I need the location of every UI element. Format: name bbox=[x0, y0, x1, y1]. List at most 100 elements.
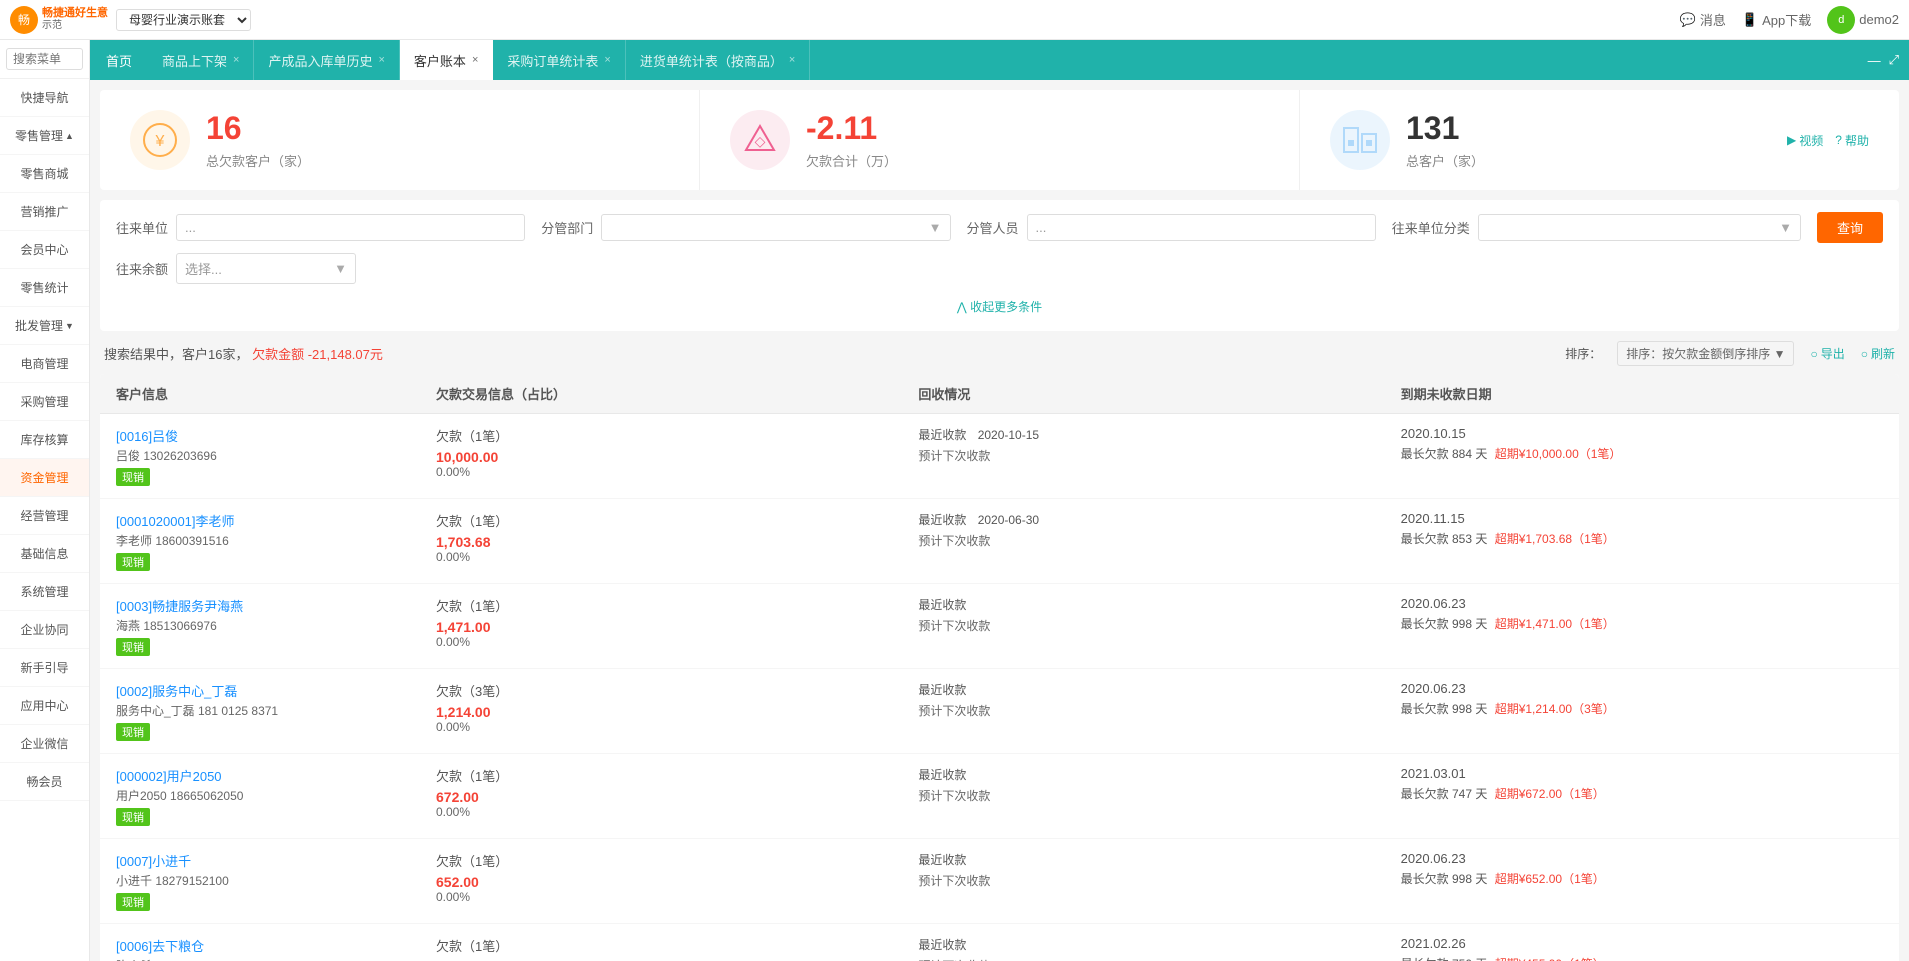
customer-info-cell: [0007]小进千 小进千 18279152100 现销 bbox=[116, 851, 436, 911]
sidebar-item-members[interactable]: 会员中心 bbox=[0, 231, 89, 269]
debt-amount[interactable]: 1,471.00 bbox=[436, 619, 918, 635]
filter-label-unit: 往来单位 bbox=[116, 218, 168, 237]
stat-icon-debt-total: ◇ bbox=[730, 110, 790, 170]
col-header-due: 到期未收款日期 bbox=[1401, 384, 1883, 403]
app-download-action[interactable]: 📱 App下载 bbox=[1742, 10, 1811, 29]
debt-amount[interactable]: 1,214.00 bbox=[436, 704, 918, 720]
customer-phone: 吕俊 13026203696 bbox=[116, 447, 436, 464]
sidebar-item-vip[interactable]: 畅会员 bbox=[0, 763, 89, 801]
customer-name-link[interactable]: [0003]畅捷服务尹海燕 bbox=[116, 596, 436, 615]
overdue-amount-link[interactable]: 超期¥1,703.68（1笔） bbox=[1495, 532, 1615, 546]
tab-inventory-history[interactable]: 产成品入库单历史 × bbox=[254, 40, 399, 80]
minimize-icon[interactable]: — bbox=[1868, 53, 1881, 68]
sidebar-item-wechat[interactable]: 企业微信 bbox=[0, 725, 89, 763]
filter-input-category[interactable]: ▼ bbox=[1478, 214, 1801, 241]
sidebar-item-apps[interactable]: 应用中心 bbox=[0, 687, 89, 725]
sidebar-item-purchase[interactable]: 采购管理 bbox=[0, 383, 89, 421]
customer-name-link[interactable]: [0006]去下粮仓 bbox=[116, 936, 436, 955]
company-selector[interactable]: 母婴行业演示账套 bbox=[116, 9, 251, 31]
export-button[interactable]: ○ 导出 bbox=[1810, 345, 1844, 362]
sidebar-item-guide[interactable]: 新手引导 bbox=[0, 649, 89, 687]
top-bar-left: 畅 畅捷通好生意 示范 母婴行业演示账套 bbox=[10, 6, 1680, 34]
tab-close-icon2[interactable]: × bbox=[378, 54, 384, 66]
query-button[interactable]: 查询 bbox=[1817, 212, 1883, 243]
table-wrapper: 客户信息 欠款交易信息（占比） 回收情况 到期未收款日期 [0016]吕俊 吕俊… bbox=[100, 374, 1899, 961]
overdue-amount-link[interactable]: 超期¥455.90（1笔） bbox=[1495, 957, 1605, 961]
video-icon: ▶ bbox=[1787, 133, 1796, 147]
last-collect-label: 最近收款 bbox=[918, 681, 1400, 698]
sidebar-item-ecommerce[interactable]: 电商管理 bbox=[0, 345, 89, 383]
collapse-row[interactable]: ⋀ 收起更多条件 bbox=[116, 294, 1883, 319]
due-date: 2020.10.15 bbox=[1401, 426, 1883, 441]
due-date-cell: 2020.06.23 最长欠款 998 天 超期¥1,471.00（1笔） bbox=[1401, 596, 1883, 632]
sidebar-item-marketing[interactable]: 营销推广 bbox=[0, 193, 89, 231]
tab-inbound-stats[interactable]: 进货单统计表（按商品） × bbox=[626, 40, 810, 80]
user-action[interactable]: d demo2 bbox=[1827, 6, 1899, 34]
chevron-down-icon3: ▼ bbox=[929, 220, 942, 235]
tab-home[interactable]: 首页 bbox=[90, 51, 148, 70]
sort-select[interactable]: 排序：按欠款金额倒序排序 ▼ bbox=[1617, 341, 1794, 366]
refresh-button[interactable]: ○ 刷新 bbox=[1861, 345, 1895, 362]
tab-customer-account[interactable]: 客户账本 × bbox=[400, 40, 493, 80]
help-action[interactable]: ? 帮助 bbox=[1835, 132, 1869, 149]
debt-count: 欠款（3笔） bbox=[436, 681, 918, 700]
debt-amount[interactable]: 672.00 bbox=[436, 789, 918, 805]
sidebar-item-quicknav[interactable]: 快捷导航 bbox=[0, 79, 89, 117]
sidebar-item-system[interactable]: 系统管理 bbox=[0, 573, 89, 611]
customer-name-link[interactable]: [0002]服务中心_丁磊 bbox=[116, 681, 436, 700]
tab-close-icon4[interactable]: × bbox=[604, 54, 610, 66]
overdue-amount-link[interactable]: 超期¥1,471.00（1笔） bbox=[1495, 617, 1615, 631]
stat-card-right-actions: ▶ 视频 ? 帮助 bbox=[1787, 132, 1869, 149]
overdue-detail: 最长欠款 853 天 超期¥1,703.68（1笔） bbox=[1401, 530, 1883, 547]
debt-info-cell: 欠款（1笔） 652.00 0.00% bbox=[436, 851, 918, 904]
overdue-amount-link[interactable]: 超期¥672.00（1笔） bbox=[1495, 787, 1605, 801]
overdue-amount-link[interactable]: 超期¥652.00（1笔） bbox=[1495, 872, 1605, 886]
debt-amount[interactable]: 1,703.68 bbox=[436, 534, 918, 550]
sidebar-item-basic-info[interactable]: 基础信息 bbox=[0, 535, 89, 573]
sidebar-item-operations[interactable]: 经营管理 bbox=[0, 497, 89, 535]
overdue-detail: 最长欠款 998 天 超期¥1,214.00（3笔） bbox=[1401, 700, 1883, 717]
last-collect-label: 最近收款 2020-06-30 bbox=[918, 511, 1400, 528]
tab-close-icon3[interactable]: × bbox=[472, 54, 478, 66]
tab-purchase-order-stats[interactable]: 采购订单统计表 × bbox=[493, 40, 625, 80]
filter-input-unit[interactable]: ... bbox=[176, 214, 525, 241]
tab-close-icon5[interactable]: × bbox=[789, 54, 795, 66]
filter-input-dept[interactable]: ▼ bbox=[601, 214, 950, 241]
search-input[interactable] bbox=[6, 48, 83, 70]
maximize-icon[interactable]: ⤢ bbox=[1889, 52, 1899, 68]
stat-card-debt-customers: ¥ 16 总欠款客户（家） bbox=[100, 90, 700, 190]
tab-close-icon[interactable]: × bbox=[233, 54, 239, 66]
next-collect-label: 预计下次收款 bbox=[918, 617, 1400, 634]
chevron-down-icon5: ▼ bbox=[334, 261, 347, 276]
recovery-cell: 最近收款 预计下次收款 bbox=[918, 766, 1400, 804]
filter-input-balance[interactable]: 选择... ▼ bbox=[176, 253, 356, 284]
overdue-amount-link[interactable]: 超期¥10,000.00（1笔） bbox=[1495, 447, 1622, 461]
video-action[interactable]: ▶ 视频 bbox=[1787, 132, 1823, 149]
phone-icon: 📱 bbox=[1742, 12, 1758, 28]
customer-phone: 小进千 18279152100 bbox=[116, 872, 436, 889]
sidebar-item-inventory[interactable]: 库存核算 bbox=[0, 421, 89, 459]
debt-amount[interactable]: 652.00 bbox=[436, 874, 918, 890]
customer-name-link[interactable]: [000002]用户2050 bbox=[116, 766, 436, 785]
tab-product-listing[interactable]: 商品上下架 × bbox=[148, 40, 254, 80]
due-date-cell: 2021.02.26 最长欠款 750 天 超期¥455.90（1笔） bbox=[1401, 936, 1883, 961]
stat-card-debt-total: ◇ -2.11 欠款合计（万） bbox=[700, 90, 1300, 190]
sidebar-item-retail-mall[interactable]: 零售商城 bbox=[0, 155, 89, 193]
customer-name-link[interactable]: [0016]吕俊 bbox=[116, 426, 436, 445]
message-action[interactable]: 💬 消息 bbox=[1680, 10, 1726, 29]
last-collect-label: 最近收款 bbox=[918, 766, 1400, 783]
overdue-amount-link[interactable]: 超期¥1,214.00（3笔） bbox=[1495, 702, 1615, 716]
customer-name-link[interactable]: [0007]小进千 bbox=[116, 851, 436, 870]
sidebar-item-wholesale[interactable]: 批发管理 ▼ bbox=[0, 307, 89, 345]
sidebar-item-enterprise[interactable]: 企业协同 bbox=[0, 611, 89, 649]
sidebar-item-finance[interactable]: 资金管理 bbox=[0, 459, 89, 497]
filter-section: 往来单位 ... 分管部门 ▼ bbox=[100, 200, 1899, 331]
filter-row-2: 往来余额 选择... ▼ bbox=[116, 253, 1883, 284]
tab-bar: 首页 商品上下架 × 产成品入库单历史 × 客户账本 × 采购订单统计表 × bbox=[90, 40, 1909, 80]
debt-amount[interactable]: 10,000.00 bbox=[436, 449, 918, 465]
user-name: demo2 bbox=[1859, 12, 1899, 27]
sidebar-item-retail-stats[interactable]: 零售统计 bbox=[0, 269, 89, 307]
customer-name-link[interactable]: [0001020001]李老师 bbox=[116, 511, 436, 530]
sidebar-item-retail-mgmt[interactable]: 零售管理 ▲ bbox=[0, 117, 89, 155]
filter-input-person[interactable]: ... bbox=[1027, 214, 1376, 241]
